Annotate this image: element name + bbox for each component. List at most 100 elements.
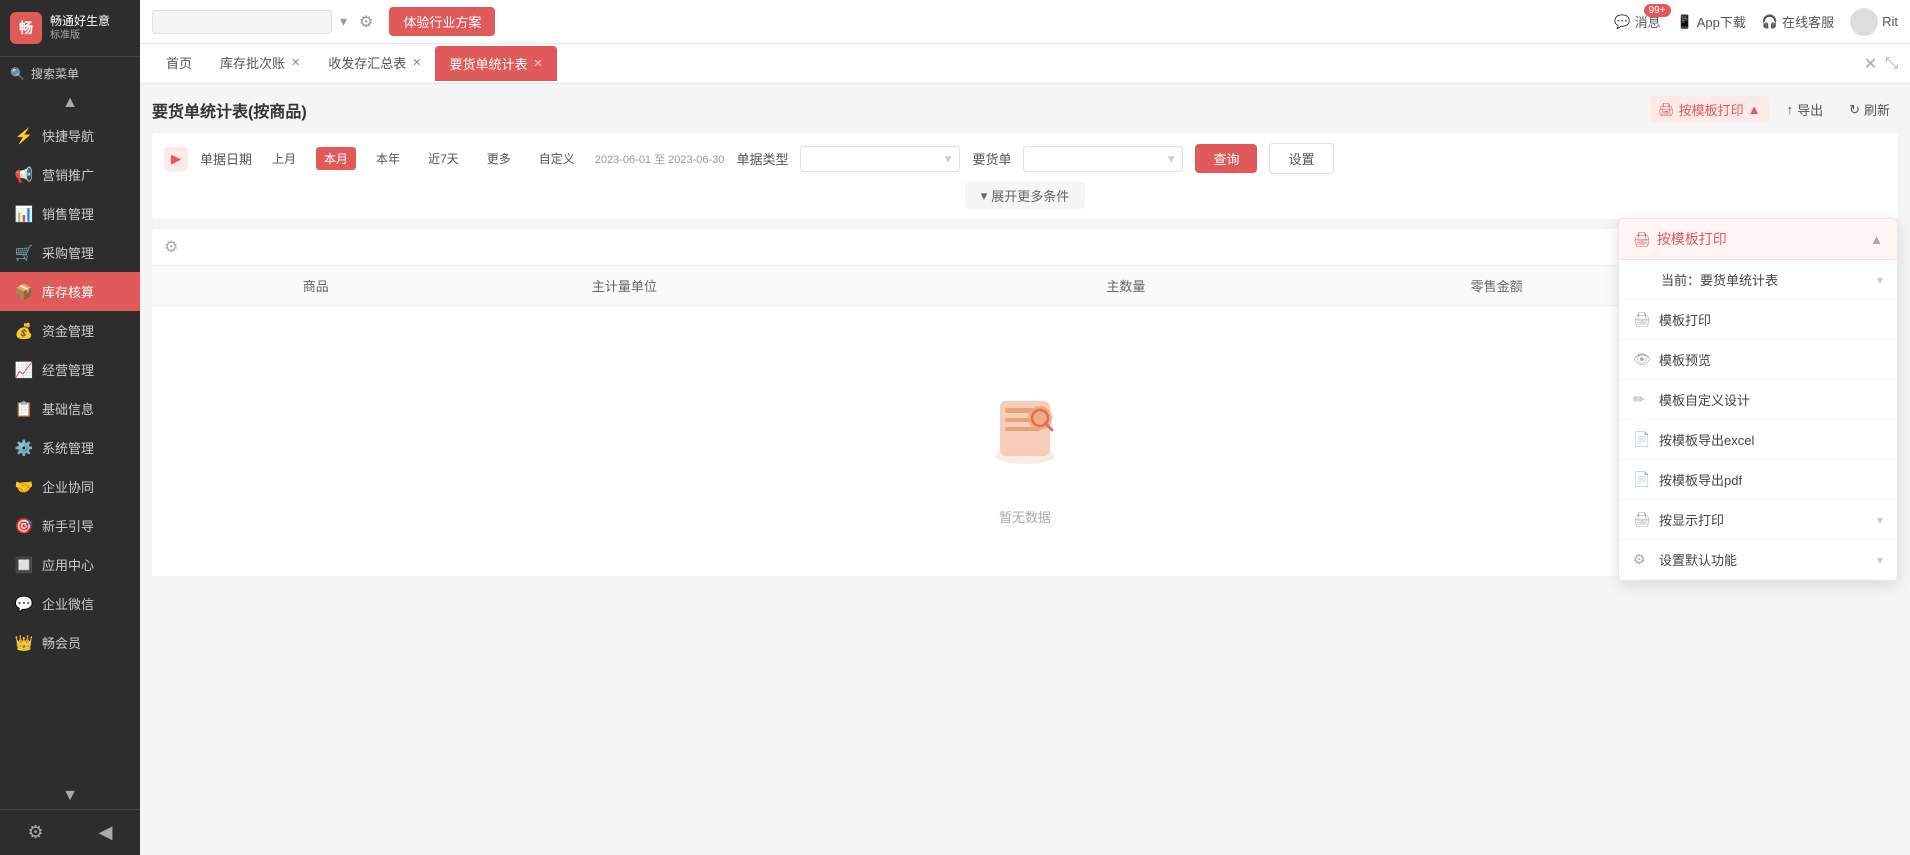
sidebar-item-label: 库存核算 — [42, 282, 94, 301]
tab-receipt-summary-label: 收发存汇总表 — [328, 53, 406, 72]
app-download-button[interactable]: 📱 App下载 — [1677, 12, 1746, 31]
sales-icon: 📊 — [14, 205, 34, 223]
sidebar-item-inventory[interactable]: 📦 库存核算 — [0, 272, 140, 311]
tab-order-stats[interactable]: 要货单统计表 ✕ — [435, 46, 556, 81]
tab-batch-accounts-close[interactable]: ✕ — [291, 56, 300, 69]
tab-order-stats-close[interactable]: ✕ — [534, 57, 543, 70]
dp-template-design[interactable]: ✏ 模板自定义设计 — [1619, 380, 1897, 420]
sidebar-item-purchase[interactable]: 🛒 采购管理 — [0, 233, 140, 272]
filter-row-1: ▶ 单据日期 上月 本月 本年 近7天 更多 自定义 2023-06-01 至 … — [164, 143, 1886, 174]
sidebar-item-sales[interactable]: 📊 销售管理 — [0, 194, 140, 233]
page-title: 要货单统计表(按商品) — [152, 98, 307, 122]
query-button[interactable]: 查询 — [1195, 144, 1257, 173]
topbar-search-input[interactable] — [152, 10, 332, 34]
user-name: Rit — [1882, 14, 1898, 29]
sidebar: 畅 畅通好生意 标准版 🔍 搜索菜单 ▲ ⚡ 快捷导航 📢 营销推广 📊 销售管… — [0, 0, 140, 855]
filter-this-month-btn[interactable]: 本月 — [316, 147, 356, 170]
sidebar-search[interactable]: 🔍 搜索菜单 — [0, 57, 140, 90]
collab-icon: 🤝 — [14, 478, 34, 496]
tab-receipt-summary[interactable]: 收发存汇总表 ✕ — [314, 45, 435, 82]
tab-maximize-icon[interactable]: ⤡ — [1885, 55, 1898, 73]
export-button[interactable]: ↑ 导出 — [1779, 96, 1832, 123]
tab-batch-accounts[interactable]: 库存批次账 ✕ — [206, 45, 314, 82]
topbar-chevron-icon[interactable]: ▾ — [340, 13, 347, 30]
col-unit: 主计量单位 — [580, 266, 1095, 306]
sidebar-item-label: 经营管理 — [42, 360, 94, 379]
topbar-gear-icon[interactable]: ⚙ — [359, 12, 373, 32]
sidebar-item-label: 营销推广 — [42, 165, 94, 184]
dp-set-default-label: 设置默认功能 — [1659, 550, 1737, 569]
tab-home[interactable]: 首页 — [152, 45, 206, 82]
appstore-icon: 🔲 — [14, 556, 34, 574]
sidebar-item-label: 企业微信 — [42, 594, 94, 613]
headset-icon: 🎧 — [1762, 14, 1778, 30]
sidebar-item-finance[interactable]: 💰 资金管理 — [0, 311, 140, 350]
sidebar-item-operation[interactable]: 📈 经营管理 — [0, 350, 140, 389]
search-label: 搜索菜单 — [31, 65, 79, 82]
online-service-label: 在线客服 — [1782, 12, 1834, 31]
dp-set-default[interactable]: ⚙ 设置默认功能 ▾ — [1619, 540, 1897, 580]
scroll-down-button[interactable]: ▼ — [0, 783, 140, 809]
collapse-button[interactable]: ◀ — [91, 818, 121, 847]
user-avatar[interactable]: Rit — [1850, 8, 1898, 36]
dp-template-export-pdf[interactable]: 📄 按模板导出pdf — [1619, 460, 1897, 500]
dp-current-item[interactable]: 当前：要货单统计表 ▾ — [1619, 260, 1897, 300]
dp-display-print[interactable]: 🖨 按显示打印 ▾ — [1619, 500, 1897, 540]
sidebar-item-appstore[interactable]: 🔲 应用中心 — [0, 545, 140, 584]
sidebar-item-basic[interactable]: 📋 基础信息 — [0, 389, 140, 428]
sidebar-item-guide[interactable]: 🎯 新手引导 — [0, 506, 140, 545]
filter-date-label: 单据日期 — [200, 149, 252, 168]
filter-expand-arrow[interactable]: ▶ — [164, 147, 188, 171]
dp-export-pdf-icon: 📄 — [1633, 471, 1651, 488]
filter-expand-button[interactable]: ▾ 展开更多条件 — [965, 182, 1086, 209]
filter-custom-btn[interactable]: 自定义 — [531, 147, 583, 170]
set-button[interactable]: 设置 — [1269, 143, 1333, 174]
dp-export-excel-icon: 📄 — [1633, 431, 1651, 448]
filter-goods-select[interactable]: ▾ — [1023, 146, 1183, 172]
messages-button[interactable]: 💬 消息 99+ — [1614, 12, 1660, 31]
dp-template-print[interactable]: 🖨 模板打印 — [1619, 300, 1897, 340]
sidebar-item-collab[interactable]: 🤝 企业协同 — [0, 467, 140, 506]
topbar-right: 💬 消息 99+ 📱 App下载 🎧 在线客服 Rit — [1614, 8, 1898, 36]
basic-icon: 📋 — [14, 400, 34, 418]
sidebar-item-marketing[interactable]: 📢 营销推广 — [0, 155, 140, 194]
dp-template-export-excel[interactable]: 📄 按模板导出excel — [1619, 420, 1897, 460]
dp-chevron-up[interactable]: ▲ — [1870, 232, 1883, 247]
filter-type-select[interactable]: ▾ — [800, 146, 960, 172]
wechat-icon: 💬 — [14, 595, 34, 613]
sidebar-item-label: 采购管理 — [42, 243, 94, 262]
sidebar-item-label: 资金管理 — [42, 321, 94, 340]
filter-prev-month-btn[interactable]: 上月 — [264, 147, 304, 170]
sidebar-item-system[interactable]: ⚙️ 系统管理 — [0, 428, 140, 467]
dp-display-print-icon: 🖨 — [1633, 511, 1651, 528]
filter-type-label: 单据类型 — [736, 149, 788, 168]
dp-template-preview[interactable]: 👁 模板预览 — [1619, 340, 1897, 380]
filter-this-year-btn[interactable]: 本年 — [368, 147, 408, 170]
online-service-button[interactable]: 🎧 在线客服 — [1762, 12, 1834, 31]
sidebar-nav: ⚡ 快捷导航 📢 营销推广 📊 销售管理 🛒 采购管理 📦 库存核算 💰 资金管… — [0, 116, 140, 783]
sidebar-item-label: 应用中心 — [42, 555, 94, 574]
tab-close-all-icon[interactable]: ✕ — [1864, 54, 1877, 74]
filter-last-7days-btn[interactable]: 近7天 — [420, 147, 467, 170]
print-template-button[interactable]: 🖨 按模板打印 ▲ — [1650, 96, 1768, 123]
dp-header: 🖨 按模板打印 ▲ — [1619, 219, 1897, 260]
inventory-icon: 📦 — [14, 283, 34, 301]
tabbar: 首页 库存批次账 ✕ 收发存汇总表 ✕ 要货单统计表 ✕ ✕ ⤡ — [140, 44, 1910, 84]
dp-current-arrow: ▾ — [1877, 273, 1883, 287]
sidebar-item-label: 企业协同 — [42, 477, 94, 496]
sidebar-logo: 畅 畅通好生意 标准版 — [0, 0, 140, 57]
sidebar-item-member[interactable]: 👑 畅会员 — [0, 623, 140, 662]
settings-button[interactable]: ⚙ — [20, 818, 52, 847]
dp-template-preview-label: 模板预览 — [1659, 350, 1711, 369]
trial-button[interactable]: 体验行业方案 — [389, 7, 495, 36]
sidebar-item-quick-nav[interactable]: ⚡ 快捷导航 — [0, 116, 140, 155]
refresh-button[interactable]: ↻ 刷新 — [1841, 96, 1898, 123]
tab-batch-accounts-label: 库存批次账 — [220, 53, 285, 72]
scroll-up-button[interactable]: ▲ — [0, 90, 140, 116]
table-settings-icon[interactable]: ⚙ — [164, 237, 178, 257]
filter-more-btn[interactable]: 更多 — [479, 147, 519, 170]
search-icon: 🔍 — [10, 67, 25, 81]
sidebar-item-wechat[interactable]: 💬 企业微信 — [0, 584, 140, 623]
tab-receipt-summary-close[interactable]: ✕ — [412, 56, 421, 69]
print-chevron-up-icon[interactable]: ▲ — [1748, 102, 1761, 117]
